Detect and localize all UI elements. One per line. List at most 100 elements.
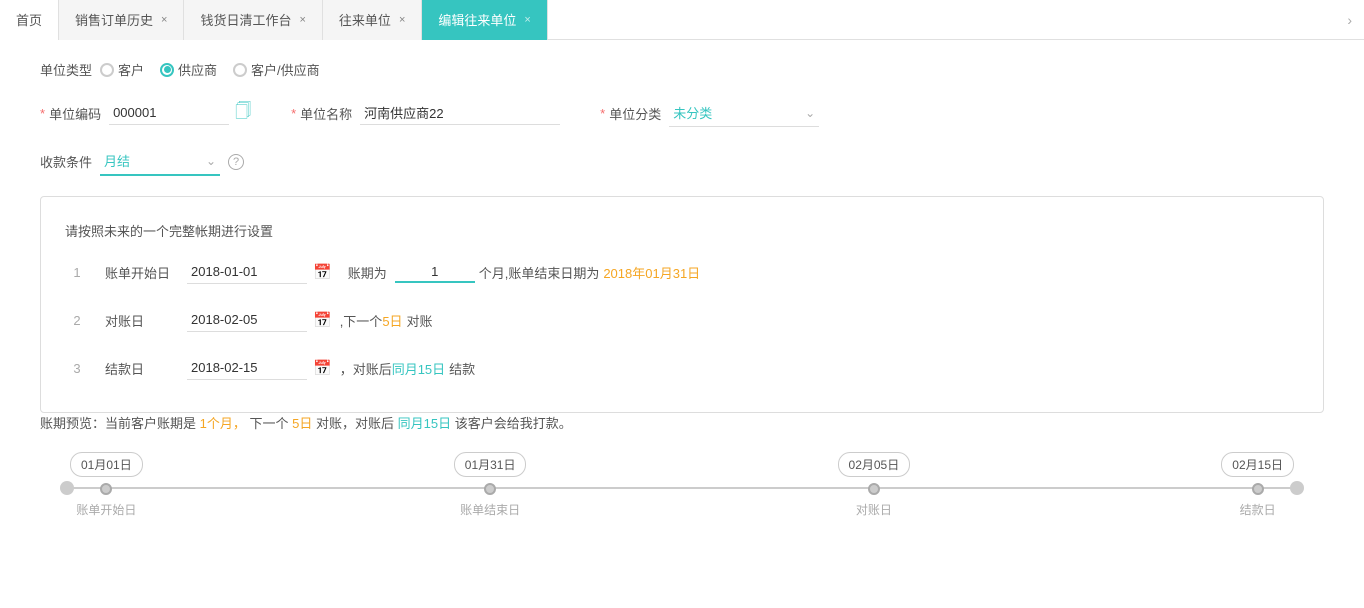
timeline-item-4: 02月15日 结款日 — [1221, 452, 1294, 518]
radio-circle-customer — [100, 63, 114, 77]
unit-category-value: 未分类 — [673, 103, 801, 122]
radio-customer[interactable]: 客户 — [100, 60, 144, 79]
billing-row-1-num: 1 — [65, 265, 89, 280]
tab-edit-partner[interactable]: 编辑往来单位 × — [422, 0, 547, 40]
tab-partners[interactable]: 往来单位 × — [323, 0, 422, 40]
timeline-sublabel-3: 对账日 — [856, 501, 892, 518]
tab-sales-history[interactable]: 销售订单历史 × — [59, 0, 184, 40]
preview-reconcile-suffix: 对账，对账后 — [316, 416, 394, 431]
timeline-sublabel-4: 结款日 — [1240, 501, 1276, 518]
radio-both-label: 客户/供应商 — [251, 60, 320, 79]
unit-code-calendar-icon[interactable]: 🗍 — [235, 100, 251, 127]
unit-type-item: 单位类型 客户 供应商 客户/供应商 — [40, 60, 320, 79]
billing-row-1-date-wrap: 📅 — [187, 260, 332, 284]
billing-row-3-label: 结款日 — [105, 359, 175, 378]
timeline-container: 01月01日 账单开始日 01月31日 账单结束日 02月05日 对账日 02月… — [40, 452, 1324, 518]
radio-group-unit-type: 客户 供应商 客户/供应商 — [100, 60, 320, 79]
unit-code-input-wrap: 🗍 — [109, 100, 251, 127]
close-sales-history-icon[interactable]: × — [161, 14, 167, 26]
billing-reconcile-date-input[interactable] — [187, 308, 307, 332]
tab-work-bench[interactable]: 钱货日清工作台 × — [184, 0, 322, 40]
payment-terms-arrow-icon: ⌄ — [206, 154, 216, 168]
timeline-badge-1: 01月01日 — [70, 452, 143, 477]
unit-category-required: * — [600, 106, 605, 121]
billing-row-1-label: 账单开始日 — [105, 263, 175, 282]
tab-work-bench-label: 钱货日清工作台 — [200, 10, 291, 29]
tabs-scroll-right[interactable]: › — [1335, 12, 1364, 28]
unit-name-label: 单位名称 — [300, 104, 352, 123]
timeline-item-3: 02月05日 对账日 — [838, 452, 911, 518]
payment-terms-item: 收款条件 月结 ⌄ ? — [40, 147, 244, 176]
close-partners-icon[interactable]: × — [399, 14, 405, 26]
main-content: 单位类型 客户 供应商 客户/供应商 * 单位编码 — [0, 40, 1364, 608]
radio-circle-both — [233, 63, 247, 77]
unit-code-input[interactable] — [109, 101, 229, 125]
billing-row-2: 2 对账日 📅 ,下一个 5日 对账 — [65, 308, 1299, 332]
payment-terms-label: 收款条件 — [40, 152, 92, 171]
billing-row-3-date-wrap: 📅 — [187, 356, 332, 380]
billing-row-1: 1 账单开始日 📅 账期为 个月,账单结束日期为 2018年01月31日 — [65, 260, 1299, 284]
close-edit-partner-icon[interactable]: × — [524, 14, 530, 26]
payment-terms-row: 收款条件 月结 ⌄ ? — [40, 147, 1324, 176]
billing-row-3-num: 3 — [65, 361, 89, 376]
radio-both[interactable]: 客户/供应商 — [233, 60, 320, 79]
billing-section: 请按照未来的一个完整帐期进行设置 1 账单开始日 📅 账期为 个月,账单结束日期… — [40, 196, 1324, 413]
timeline-items: 01月01日 账单开始日 01月31日 账单结束日 02月05日 对账日 02月… — [60, 452, 1304, 518]
billing-period-input[interactable] — [395, 262, 475, 283]
unit-name-required: * — [291, 106, 296, 121]
billing-payment-highlight: 同月15日 — [392, 359, 445, 378]
payment-terms-dropdown[interactable]: 月结 ⌄ — [100, 147, 220, 176]
tab-home[interactable]: 首页 — [0, 0, 59, 40]
billing-row-2-prefix: ,下一个 — [340, 311, 383, 330]
billing-row-3: 3 结款日 📅 ，对账后 同月15日 结款 — [65, 356, 1299, 380]
timeline-dot-4 — [1252, 483, 1264, 495]
timeline-dot-2 — [484, 483, 496, 495]
billing-start-date-input[interactable] — [187, 260, 307, 284]
unit-code-label: 单位编码 — [49, 104, 101, 123]
timeline-dot-3 — [868, 483, 880, 495]
unit-code-item: * 单位编码 🗍 — [40, 100, 251, 127]
timeline-badge-3: 02月05日 — [838, 452, 911, 477]
unit-type-label: 单位类型 — [40, 60, 92, 79]
preview-section: 账期预览：当前客户账期是 1个月， 下一个 5日 对账，对账后 同月15日 该客… — [40, 413, 1324, 452]
billing-row-2-date-wrap: 📅 — [187, 308, 332, 332]
billing-row-3-suffix: 结款 — [449, 359, 475, 378]
timeline-item-2: 01月31日 账单结束日 — [454, 452, 527, 518]
billing-instruction: 请按照未来的一个完整帐期进行设置 — [65, 221, 1299, 240]
unit-category-item: * 单位分类 未分类 ⌄ — [600, 99, 819, 127]
unit-category-arrow-icon: ⌄ — [805, 106, 815, 120]
close-work-bench-icon[interactable]: × — [299, 14, 305, 26]
payment-terms-value: 月结 — [104, 151, 202, 170]
radio-customer-label: 客户 — [118, 60, 144, 79]
preview-label: 账期预览：当前客户账期是 — [40, 416, 196, 431]
tab-sales-history-label: 销售订单历史 — [75, 10, 153, 29]
help-icon[interactable]: ? — [228, 154, 244, 170]
billing-row-2-num: 2 — [65, 313, 89, 328]
unit-category-label: 单位分类 — [609, 104, 661, 123]
unit-name-input[interactable] — [360, 101, 560, 125]
billing-reconcile-calendar-icon[interactable]: 📅 — [313, 311, 332, 329]
unit-info-row: * 单位编码 🗍 * 单位名称 * 单位分类 未分类 ⌄ — [40, 99, 1324, 127]
billing-payment-date-input[interactable] — [187, 356, 307, 380]
unit-category-dropdown[interactable]: 未分类 ⌄ — [669, 99, 819, 127]
timeline-dot-1 — [100, 483, 112, 495]
billing-row-1-period-label: 账期为 — [348, 263, 387, 282]
preview-payment-highlight: 同月15日 — [398, 416, 451, 431]
billing-start-calendar-icon[interactable]: 📅 — [313, 263, 332, 281]
timeline-sublabel-2: 账单结束日 — [460, 501, 520, 518]
radio-supplier-label: 供应商 — [178, 60, 217, 79]
preview-period: 1个月， — [200, 416, 246, 431]
radio-supplier[interactable]: 供应商 — [160, 60, 217, 79]
billing-reconcile-highlight: 5日 — [382, 311, 402, 330]
tab-edit-partner-label: 编辑往来单位 — [438, 10, 516, 29]
billing-row-2-suffix: 对账 — [407, 311, 433, 330]
tab-partners-label: 往来单位 — [339, 10, 391, 29]
preview-reconcile-prefix: 下一个 — [250, 416, 289, 431]
tabs-bar: 首页 销售订单历史 × 钱货日清工作台 × 往来单位 × 编辑往来单位 × › — [0, 0, 1364, 40]
timeline-sublabel-1: 账单开始日 — [76, 501, 136, 518]
preview-payment-suffix: 该客户会给我打款。 — [455, 416, 572, 431]
preview-reconcile-highlight: 5日 — [292, 416, 312, 431]
billing-payment-calendar-icon[interactable]: 📅 — [313, 359, 332, 377]
timeline-badge-2: 01月31日 — [454, 452, 527, 477]
unit-code-required: * — [40, 106, 45, 121]
